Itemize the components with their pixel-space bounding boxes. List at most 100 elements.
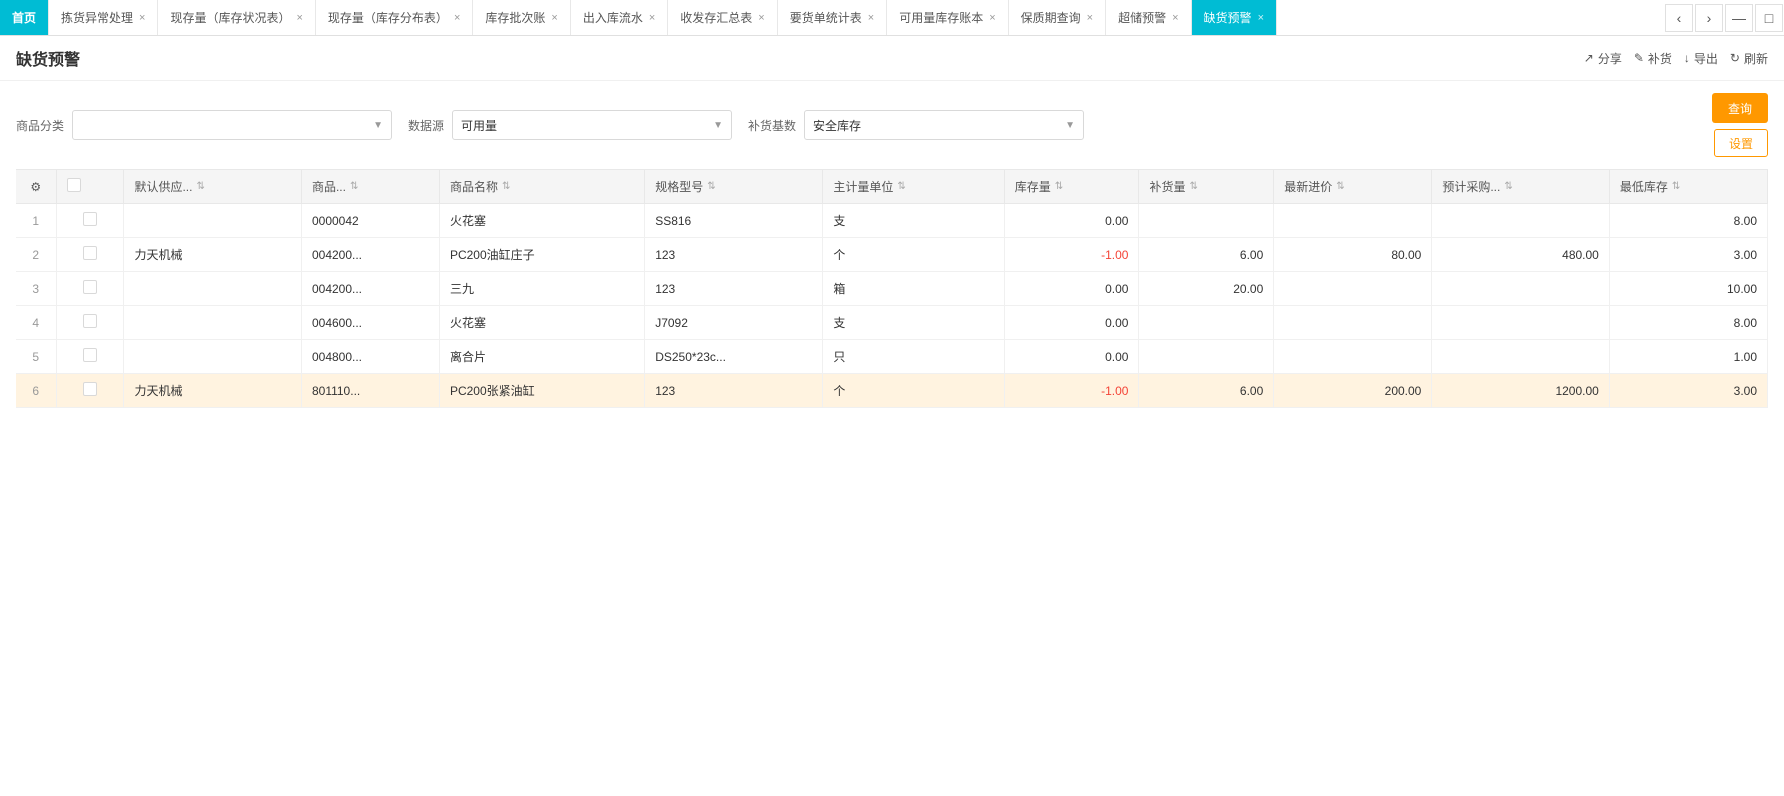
tab-prev-btn[interactable]: ‹ [1665,4,1693,32]
sort-icon-stock: ⇅ [1055,181,1063,192]
row-checkbox-0[interactable] [56,204,124,238]
row-min-stock-1: 3.00 [1609,238,1767,272]
row-latest-price-3 [1274,306,1432,340]
row-min-stock-2: 10.00 [1609,272,1767,306]
datasource-select[interactable]: 可用量 ▼ [452,110,732,140]
th-est-purchase[interactable]: 预计采购... ⇅ [1432,170,1610,204]
th-stock[interactable]: 库存量 ⇅ [1004,170,1139,204]
header-checkbox[interactable] [67,178,81,192]
sort-icon-min-stock: ⇅ [1672,181,1680,192]
export-button[interactable]: ↓ 导出 [1684,50,1718,67]
th-replenish[interactable]: 补货量 ⇅ [1139,170,1274,204]
tab-6[interactable]: 收发存汇总表 × [668,0,777,35]
th-supplier[interactable]: 默认供应... ⇅ [124,170,302,204]
tab-3-close[interactable]: × [454,12,460,24]
row-checkbox-2[interactable] [56,272,124,306]
th-code[interactable]: 商品... ⇅ [301,170,439,204]
sort-icon-latest-price: ⇅ [1336,181,1344,192]
row-est-purchase-4 [1432,340,1610,374]
row-est-purchase-2 [1432,272,1610,306]
tab-2-close[interactable]: × [296,12,302,24]
tab-next-btn[interactable]: › [1695,4,1723,32]
tab-9-close[interactable]: × [1087,12,1093,24]
tab-6-close[interactable]: × [758,12,764,24]
datasource-filter-label: 数据源 [408,117,444,134]
tab-5[interactable]: 出入库流水 × [571,0,668,35]
row-supplier-0 [124,204,302,238]
table-row: 6 力天机械 801110... PC200张紧油缸 123 个 -1.00 6… [16,374,1768,408]
tab-3[interactable]: 现存量（库存分布表） × [316,0,473,35]
tab-11[interactable]: 缺货预警 × [1192,0,1277,35]
tab-9[interactable]: 保质期查询 × [1009,0,1106,35]
tab-11-close[interactable]: × [1258,12,1264,24]
tab-7-close[interactable]: × [868,12,874,24]
row-name-3: 火花塞 [439,306,644,340]
row-stock-3: 0.00 [1004,306,1139,340]
tab-5-close[interactable]: × [649,12,655,24]
row-cb-1[interactable] [83,246,97,260]
th-unit-label: 主计量单位 [833,178,893,195]
tab-7[interactable]: 要货单统计表 × [778,0,887,35]
replenish-filter-label: 补货基数 [748,117,796,134]
row-replenish-1: 6.00 [1139,238,1274,272]
row-checkbox-1[interactable] [56,238,124,272]
row-cb-3[interactable] [83,314,97,328]
th-min-stock[interactable]: 最低库存 ⇅ [1609,170,1767,204]
tab-11-label: 缺货预警 [1204,9,1252,26]
row-checkbox-3[interactable] [56,306,124,340]
refresh-button[interactable]: ↻ 刷新 [1730,50,1768,67]
row-name-1: PC200油缸庄子 [439,238,644,272]
tab-2-label: 现存量（库存状况表） [170,9,290,26]
tab-1-close[interactable]: × [139,12,145,24]
tab-8[interactable]: 可用量库存账本 × [887,0,1008,35]
category-select[interactable]: ▼ [72,110,392,140]
tab-1[interactable]: 拣货异常处理 × [49,0,158,35]
tab-8-close[interactable]: × [989,12,995,24]
row-cb-5[interactable] [83,382,97,396]
category-select-arrow: ▼ [373,120,383,131]
share-button[interactable]: ↗ 分享 [1584,50,1622,67]
tab-3-label: 现存量（库存分布表） [328,9,448,26]
filter-bar: 商品分类 ▼ 数据源 可用量 ▼ 补货基数 安全库存 ▼ 查询 设置 [0,81,1784,169]
query-button[interactable]: 查询 [1712,93,1768,123]
tab-5-label: 出入库流水 [583,9,643,26]
row-latest-price-1: 80.00 [1274,238,1432,272]
category-filter-group: 商品分类 ▼ [16,110,392,140]
tab-minimize-btn[interactable]: — [1725,4,1753,32]
th-latest-price[interactable]: 最新进价 ⇅ [1274,170,1432,204]
row-cb-0[interactable] [83,212,97,226]
row-latest-price-0 [1274,204,1432,238]
row-stock-2: 0.00 [1004,272,1139,306]
tab-2[interactable]: 现存量（库存状况表） × [158,0,315,35]
row-num-3: 4 [16,306,56,340]
th-spec[interactable]: 规格型号 ⇅ [645,170,823,204]
table-header-row: ⚙ 默认供应... ⇅ 商品... ⇅ [16,170,1768,204]
settings-button[interactable]: 设置 [1714,129,1768,157]
tab-home[interactable]: 首页 [0,0,49,35]
tab-4-close[interactable]: × [551,12,557,24]
row-stock-5: -1.00 [1004,374,1139,408]
row-cb-2[interactable] [83,280,97,294]
row-checkbox-5[interactable] [56,374,124,408]
replenish-button[interactable]: ✎ 补货 [1634,50,1672,67]
row-cb-4[interactable] [83,348,97,362]
row-replenish-3 [1139,306,1274,340]
th-name[interactable]: 商品名称 ⇅ [439,170,644,204]
tab-10[interactable]: 超储预警 × [1106,0,1191,35]
row-supplier-1: 力天机械 [124,238,302,272]
tab-10-close[interactable]: × [1172,12,1178,24]
tab-4[interactable]: 库存批次账 × [473,0,570,35]
tab-nav-controls: ‹ › — □ [1664,0,1784,35]
refresh-label: 刷新 [1744,50,1768,67]
tab-maximize-btn[interactable]: □ [1755,4,1783,32]
row-latest-price-5: 200.00 [1274,374,1432,408]
tab-bar: 首页 拣货异常处理 × 现存量（库存状况表） × 现存量（库存分布表） × 库存… [0,0,1784,36]
replenish-filter-group: 补货基数 安全库存 ▼ [748,110,1084,140]
row-code-3: 004600... [301,306,439,340]
row-num-0: 1 [16,204,56,238]
row-checkbox-4[interactable] [56,340,124,374]
th-name-label: 商品名称 [450,178,498,195]
replenish-select[interactable]: 安全库存 ▼ [804,110,1084,140]
th-unit[interactable]: 主计量单位 ⇅ [823,170,1004,204]
th-settings[interactable]: ⚙ [16,170,56,204]
